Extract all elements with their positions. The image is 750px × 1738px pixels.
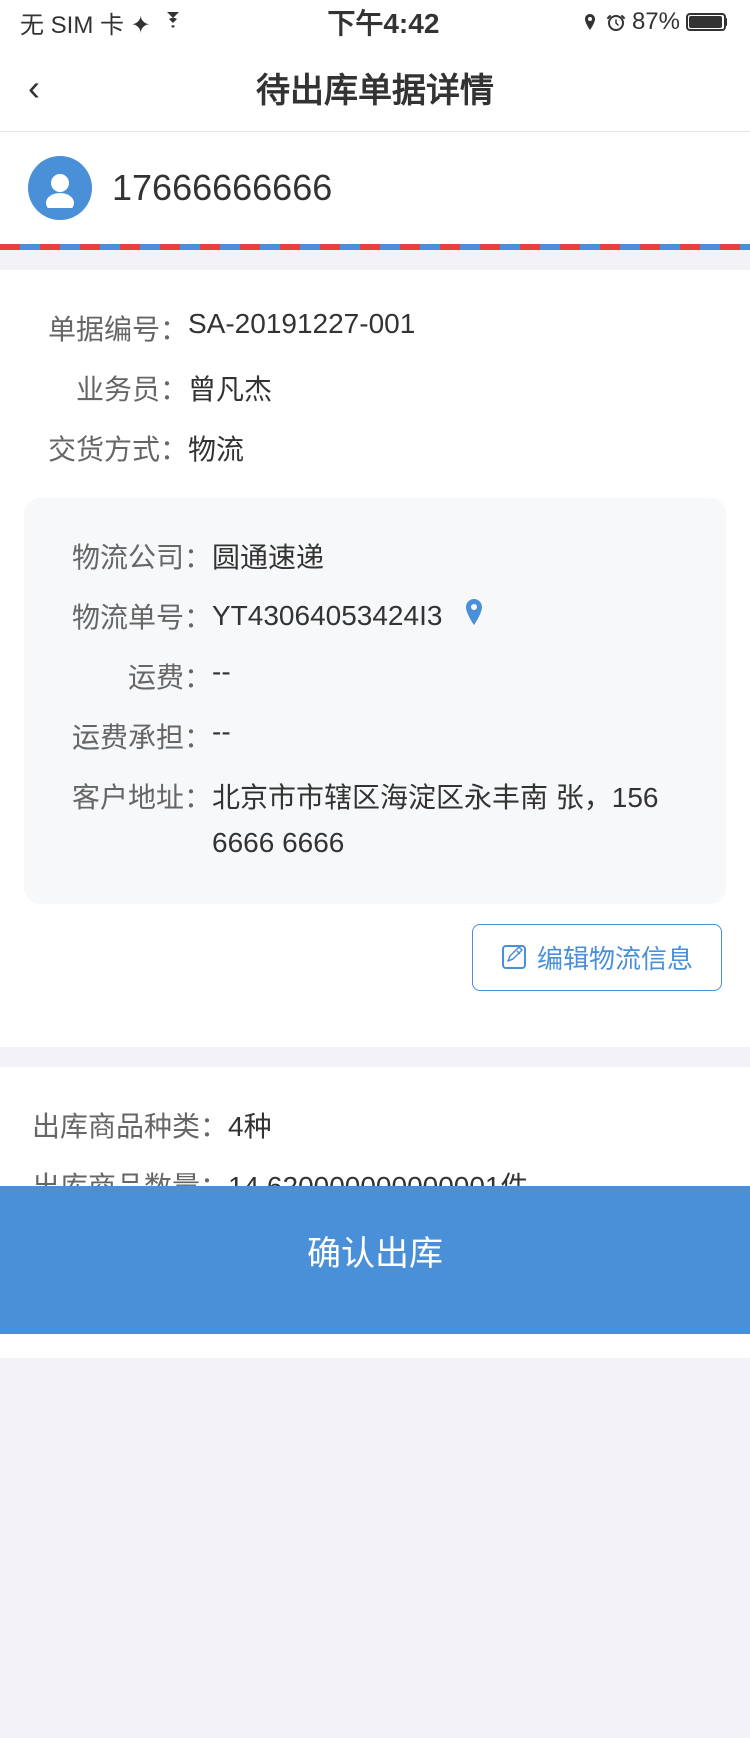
confirm-bar: 确认出库 (0, 1186, 750, 1334)
status-time: 下午4:42 (327, 2, 439, 42)
order-info-section: 单据编号： SA-20191227-001 业务员： 曾凡杰 交货方式： 物流 … (0, 270, 750, 1047)
goods-types-value: 4种 (228, 1105, 722, 1145)
delivery-value: 物流 (188, 428, 722, 468)
logistics-company-label: 物流公司： (52, 536, 212, 576)
section-divider-1 (0, 250, 750, 270)
salesperson-label: 业务员： (28, 368, 188, 408)
order-number-row: 单据编号： SA-20191227-001 (0, 298, 750, 358)
freight-bearer-value: -- (212, 716, 698, 748)
freight-value: -- (212, 656, 698, 688)
sim-status: 无 SIM 卡 ✦ (20, 5, 151, 40)
status-right: 87% (580, 8, 730, 36)
logistics-tracking-value: YT43064053424I3 (212, 596, 698, 636)
confirm-button[interactable]: 确认出库 (28, 1206, 722, 1294)
status-bar: 无 SIM 卡 ✦ 下午4:42 87% (0, 0, 750, 44)
user-icon (40, 168, 80, 208)
empty-area (0, 1358, 750, 1558)
back-button[interactable]: ‹ (28, 67, 40, 109)
location-icon (580, 12, 600, 32)
nav-bar: ‹ 待出库单据详情 (0, 44, 750, 132)
logistics-card: 物流公司： 圆通速递 物流单号： YT43064053424I3 运费： -- … (24, 498, 726, 904)
customer-phone: 17666666666 (112, 167, 332, 209)
address-value: 北京市市辖区海淀区永丰南 张，156 6666 6666 (212, 776, 698, 866)
customer-header: 17666666666 (0, 132, 750, 244)
page-title: 待出库单据详情 (256, 63, 494, 112)
logistics-tracking-row: 物流单号： YT43064053424I3 (52, 586, 698, 646)
delivery-label: 交货方式： (28, 428, 188, 468)
address-row: 客户地址： 北京市市辖区海淀区永丰南 张，156 6666 6666 (52, 766, 698, 876)
battery-percent: 87% (632, 8, 680, 36)
confirm-button-label: 确认出库 (307, 1226, 443, 1275)
edit-icon (501, 944, 527, 970)
goods-types-row: 出库商品种类： 4种 (0, 1095, 750, 1155)
freight-bearer-label: 运费承担： (52, 716, 212, 756)
tracking-location-icon[interactable] (458, 596, 490, 636)
avatar (28, 156, 92, 220)
delivery-row: 交货方式： 物流 (0, 418, 750, 478)
status-left: 无 SIM 卡 ✦ (20, 5, 187, 40)
battery-icon (686, 11, 730, 33)
order-number-value: SA-20191227-001 (188, 308, 722, 340)
salesperson-row: 业务员： 曾凡杰 (0, 358, 750, 418)
edit-logistics-label: 编辑物流信息 (537, 939, 693, 976)
logistics-tracking-label: 物流单号： (52, 596, 212, 636)
freight-label: 运费： (52, 656, 212, 696)
alarm-icon (606, 12, 626, 32)
logistics-company-value: 圆通速递 (212, 536, 698, 576)
logistics-company-row: 物流公司： 圆通速递 (52, 526, 698, 586)
edit-logistics-button[interactable]: 编辑物流信息 (472, 924, 722, 991)
freight-bearer-row: 运费承担： -- (52, 706, 698, 766)
freight-row: 运费： -- (52, 646, 698, 706)
wifi-icon (159, 12, 187, 32)
goods-types-label: 出库商品种类： (28, 1105, 228, 1145)
section-divider-2 (0, 1047, 750, 1067)
address-label: 客户地址： (52, 776, 212, 816)
salesperson-value: 曾凡杰 (188, 368, 722, 408)
bottom-spacer (0, 1558, 750, 1738)
edit-logistics-button-container: 编辑物流信息 (0, 924, 750, 1019)
order-number-label: 单据编号： (28, 308, 188, 348)
